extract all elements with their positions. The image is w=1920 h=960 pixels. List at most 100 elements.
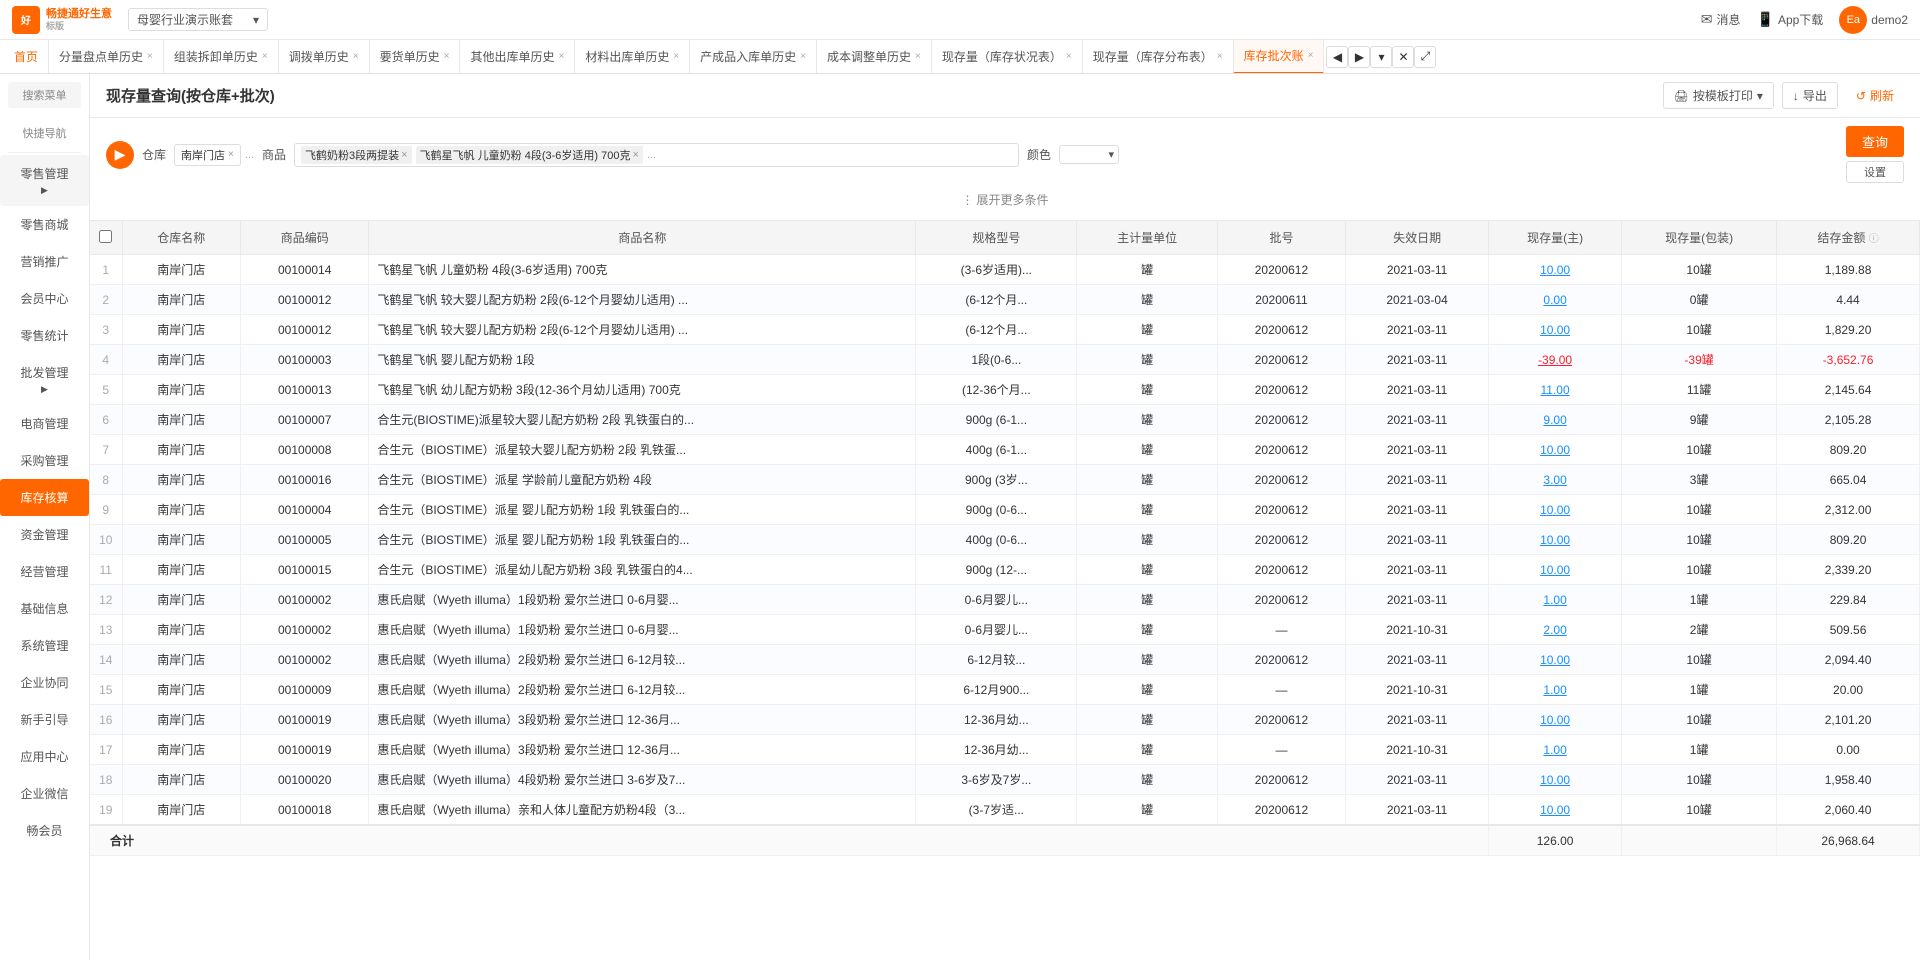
goods-chip1[interactable]: 飞鹤奶粉3段两提装 × <box>301 146 412 164</box>
row-code: 00100019 <box>241 705 369 735</box>
row-spec: 900g (0-6... <box>916 495 1077 525</box>
sidebar-item-wholesale[interactable]: 批发管理 ▶ <box>0 354 89 405</box>
row-qty[interactable]: 10.00 <box>1489 495 1622 525</box>
sidebar-item-vip[interactable]: 畅会员 <box>0 812 89 849</box>
goods-filter[interactable]: 飞鹤奶粉3段两提装 × 飞鹤星飞帆 儿童奶粉 4段(3-6岁适用) 700克 ×… <box>294 143 1019 167</box>
row-qty[interactable]: 10.00 <box>1489 315 1622 345</box>
tab-next-btn[interactable]: ▶ <box>1348 46 1370 68</box>
sidebar-item-ecommerce[interactable]: 电商管理 <box>0 405 89 442</box>
close-icon[interactable]: × <box>1308 50 1314 61</box>
close-icon[interactable]: × <box>444 51 450 62</box>
quick-nav-btn[interactable]: 快捷导航 <box>4 120 85 146</box>
tab-pici[interactable]: 库存批次账 × <box>1234 40 1325 74</box>
template-print-btn[interactable]: 🖨 按模板打印 ▾ <box>1663 82 1774 109</box>
row-qty[interactable]: 10.00 <box>1489 555 1622 585</box>
refresh-icon: ↺ <box>1856 89 1866 103</box>
info-icon[interactable]: ⓘ <box>1869 234 1879 245</box>
row-qty[interactable]: 1.00 <box>1489 585 1622 615</box>
warehouse-tag[interactable]: 南岸门店 × <box>174 144 241 166</box>
tab-kucun1[interactable]: 现存量（库存状况表） × <box>932 40 1083 74</box>
row-qty[interactable]: 10.00 <box>1489 525 1622 555</box>
sidebar-item-guide[interactable]: 新手引导 <box>0 701 89 738</box>
close-icon[interactable]: × <box>558 51 564 62</box>
close-icon[interactable]: × <box>228 149 234 160</box>
sidebar-item-basic[interactable]: 基础信息 <box>0 590 89 627</box>
close-icon[interactable]: × <box>1217 51 1223 62</box>
tab-prev-btn[interactable]: ◀ <box>1326 46 1348 68</box>
row-qty[interactable]: 10.00 <box>1489 795 1622 826</box>
close-icon[interactable]: × <box>800 51 806 62</box>
tab-fenpan[interactable]: 分量盘点单历史 × <box>49 40 164 74</box>
close-icon[interactable]: × <box>262 51 268 62</box>
row-qty[interactable]: 2.00 <box>1489 615 1622 645</box>
warehouse-more[interactable]: ... <box>245 149 254 161</box>
close-icon[interactable]: × <box>353 51 359 62</box>
sidebar-item-member[interactable]: 会员中心 <box>0 280 89 317</box>
sidebar-item-collab[interactable]: 企业协同 <box>0 664 89 701</box>
close-icon[interactable]: × <box>147 51 153 62</box>
tab-chanchenpin[interactable]: 产成品入库单历史 × <box>690 40 817 74</box>
sidebar-item-marketing[interactable]: 营销推广 <box>0 243 89 280</box>
row-qty[interactable]: 1.00 <box>1489 735 1622 765</box>
select-all-checkbox[interactable] <box>99 230 112 243</box>
sidebar-item-label: 企业协同 <box>20 674 68 691</box>
tab-close-all-btn[interactable]: ✕ <box>1392 46 1414 68</box>
expand-more-btn[interactable]: ⋮ 展开更多条件 <box>953 187 1056 212</box>
tab-qitachuku[interactable]: 其他出库单历史 × <box>460 40 575 74</box>
close-icon[interactable]: × <box>401 149 407 161</box>
row-qty[interactable]: 10.00 <box>1489 765 1622 795</box>
close-icon[interactable]: × <box>1066 51 1072 62</box>
tab-chengben[interactable]: 成本调整单历史 × <box>817 40 932 74</box>
th-checkbox[interactable] <box>90 221 122 255</box>
close-icon[interactable]: × <box>673 51 679 62</box>
color-label: 颜色 <box>1027 146 1051 163</box>
tab-cailiao[interactable]: 材料出库单历史 × <box>575 40 690 74</box>
user-info[interactable]: Ea demo2 <box>1839 6 1908 34</box>
goods-chip2[interactable]: 飞鹤星飞帆 儿童奶粉 4段(3-6岁适用) 700克 × <box>416 146 643 164</box>
filter-expand-btn[interactable]: ▶ <box>106 141 134 169</box>
company-selector[interactable]: 母婴行业演示账套 ▾ <box>128 8 268 31</box>
row-code: 00100004 <box>241 495 369 525</box>
sidebar-item-inventory[interactable]: 库存核算 <box>0 479 89 516</box>
close-icon[interactable]: × <box>632 149 638 161</box>
sidebar-item-purchase[interactable]: 采购管理 <box>0 442 89 479</box>
tab-diaopo[interactable]: 调拨单历史 × <box>279 40 370 74</box>
sidebar-item-retail[interactable]: 零售管理 ▶ <box>0 155 89 206</box>
sidebar-item-apps[interactable]: 应用中心 <box>0 738 89 775</box>
query-btn[interactable]: 查询 <box>1846 126 1904 157</box>
row-qty[interactable]: 11.00 <box>1489 375 1622 405</box>
sidebar-item-stats[interactable]: 零售统计 <box>0 317 89 354</box>
th-warehouse: 仓库名称 <box>122 221 241 255</box>
tab-maximize-btn[interactable]: ⤢ <box>1414 46 1436 68</box>
tab-zuji[interactable]: 组装拆卸单历史 × <box>164 40 279 74</box>
tab-more-btn[interactable]: ▾ <box>1370 46 1392 68</box>
app-download-btn[interactable]: 📱 App下载 <box>1757 11 1824 28</box>
row-code: 00100002 <box>241 645 369 675</box>
row-qty[interactable]: 3.00 <box>1489 465 1622 495</box>
row-warehouse: 南岸门店 <box>122 435 241 465</box>
search-menu-btn[interactable]: 搜索菜单 <box>8 82 81 108</box>
tab-home[interactable]: 首页 <box>4 40 49 74</box>
row-qty[interactable]: 10.00 <box>1489 255 1622 285</box>
row-qty[interactable]: 0.00 <box>1489 285 1622 315</box>
export-btn[interactable]: ↓ 导出 <box>1782 82 1838 109</box>
row-qty[interactable]: 9.00 <box>1489 405 1622 435</box>
row-qty[interactable]: 10.00 <box>1489 435 1622 465</box>
sidebar-item-finance[interactable]: 资金管理 <box>0 516 89 553</box>
tab-yaohuo[interactable]: 要货单历史 × <box>370 40 461 74</box>
sidebar-item-system[interactable]: 系统管理 <box>0 627 89 664</box>
row-qty[interactable]: -39.00 <box>1489 345 1622 375</box>
sidebar-item-wechat[interactable]: 企业微信 <box>0 775 89 812</box>
sidebar-item-ops[interactable]: 经营管理 <box>0 553 89 590</box>
sidebar-item-mall[interactable]: 零售商城 <box>0 206 89 243</box>
refresh-btn[interactable]: ↺ 刷新 <box>1846 83 1904 108</box>
settings-btn[interactable]: 设置 <box>1846 161 1904 183</box>
row-unit: 罐 <box>1077 285 1217 315</box>
row-qty[interactable]: 10.00 <box>1489 705 1622 735</box>
row-qty[interactable]: 10.00 <box>1489 645 1622 675</box>
row-qty[interactable]: 1.00 <box>1489 675 1622 705</box>
message-btn[interactable]: ✉ 消息 <box>1701 11 1741 28</box>
close-icon[interactable]: × <box>915 51 921 62</box>
color-dropdown[interactable]: ▾ <box>1059 145 1119 164</box>
tab-kucun2[interactable]: 现存量（库存分布表） × <box>1083 40 1234 74</box>
